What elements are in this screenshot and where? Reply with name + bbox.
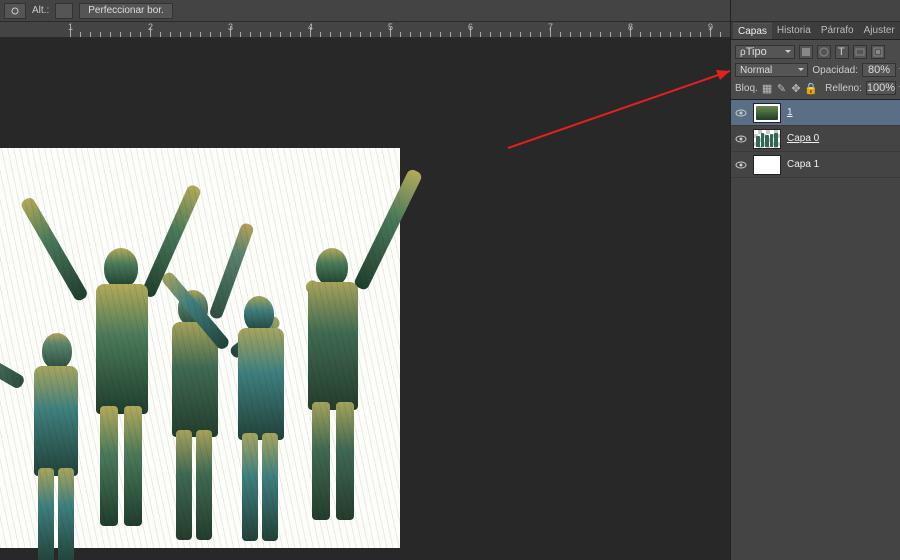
lock-label: Bloq. bbox=[735, 83, 758, 94]
fill-input[interactable]: 100% bbox=[866, 81, 896, 95]
visibility-toggle-icon[interactable] bbox=[735, 107, 747, 119]
ruler-label: 2 bbox=[148, 22, 153, 32]
ruler-label: 3 bbox=[228, 22, 233, 32]
opacity-value: 80% bbox=[868, 64, 890, 76]
layer-controls: ρ Tipo T Normal Opacidad: 80% Bloq. ▦ ✎ … bbox=[731, 40, 900, 100]
alt-value-button[interactable] bbox=[55, 3, 73, 19]
svg-text:T: T bbox=[838, 47, 845, 57]
lock-all-icon[interactable]: 🔒 bbox=[805, 82, 817, 94]
double-exposure-artwork bbox=[0, 148, 400, 548]
ruler-label: 4 bbox=[308, 22, 313, 32]
layer-row-capa1[interactable]: Capa 1 bbox=[731, 152, 900, 178]
fill-value: 100% bbox=[867, 82, 895, 94]
alt-label: Alt.: bbox=[32, 5, 49, 16]
filter-pixel-icon[interactable] bbox=[799, 45, 813, 59]
layer-row-capa0[interactable]: Capa 0 bbox=[731, 126, 900, 152]
layer-filter-kind[interactable]: ρ Tipo bbox=[735, 45, 795, 59]
layer-thumbnail[interactable] bbox=[753, 103, 781, 123]
layer-name[interactable]: 1 bbox=[787, 107, 793, 118]
layers-list: 1 Capa 0 Capa 1 bbox=[731, 100, 900, 560]
fill-label: Relleno: bbox=[825, 83, 862, 94]
opacity-input[interactable]: 80% bbox=[862, 63, 896, 77]
tab-capas[interactable]: Capas bbox=[733, 23, 772, 39]
brush-preview-icon[interactable] bbox=[4, 3, 26, 19]
layer-row-1[interactable]: 1 bbox=[731, 100, 900, 126]
filter-smart-icon[interactable] bbox=[871, 45, 885, 59]
ruler-label: 5 bbox=[388, 22, 393, 32]
ruler-label: 7 bbox=[548, 22, 553, 32]
filter-type-icon[interactable]: T bbox=[835, 45, 849, 59]
tab-historia[interactable]: Historia bbox=[772, 23, 816, 38]
refine-edge-button[interactable]: Perfeccionar bor. bbox=[79, 3, 173, 19]
layer-thumbnail[interactable] bbox=[753, 155, 781, 175]
layer-thumbnail[interactable] bbox=[753, 129, 781, 149]
tab-ajustes[interactable]: Ajuster bbox=[859, 23, 900, 38]
opacity-label: Opacidad: bbox=[812, 65, 858, 76]
layer-name[interactable]: Capa 0 bbox=[787, 133, 819, 144]
panel-tabs: Capas Historia Párrafo Ajuster Carácte ≡ bbox=[731, 22, 900, 40]
tab-parrafo[interactable]: Párrafo bbox=[816, 23, 859, 38]
ruler-label: 1 bbox=[68, 22, 73, 32]
right-panel-stack: Capas Historia Párrafo Ajuster Carácte ≡… bbox=[730, 0, 900, 560]
layer-name[interactable]: Capa 1 bbox=[787, 159, 819, 170]
ruler-label: 6 bbox=[468, 22, 473, 32]
filter-adjust-icon[interactable] bbox=[817, 45, 831, 59]
ruler-label: 8 bbox=[628, 22, 633, 32]
visibility-toggle-icon[interactable] bbox=[735, 133, 747, 145]
filter-shape-icon[interactable] bbox=[853, 45, 867, 59]
ruler-label: 9 bbox=[708, 22, 713, 32]
layer-filter-kind-label: Tipo bbox=[746, 46, 767, 58]
canvas-area[interactable] bbox=[0, 38, 730, 560]
visibility-toggle-icon[interactable] bbox=[735, 159, 747, 171]
lock-position-icon[interactable]: ✥ bbox=[791, 82, 801, 94]
lock-pixels-icon[interactable]: ✎ bbox=[776, 82, 786, 94]
blend-mode-select[interactable]: Normal bbox=[735, 63, 808, 77]
lock-transparency-icon[interactable]: ▦ bbox=[762, 82, 772, 94]
document-canvas[interactable] bbox=[0, 148, 400, 548]
